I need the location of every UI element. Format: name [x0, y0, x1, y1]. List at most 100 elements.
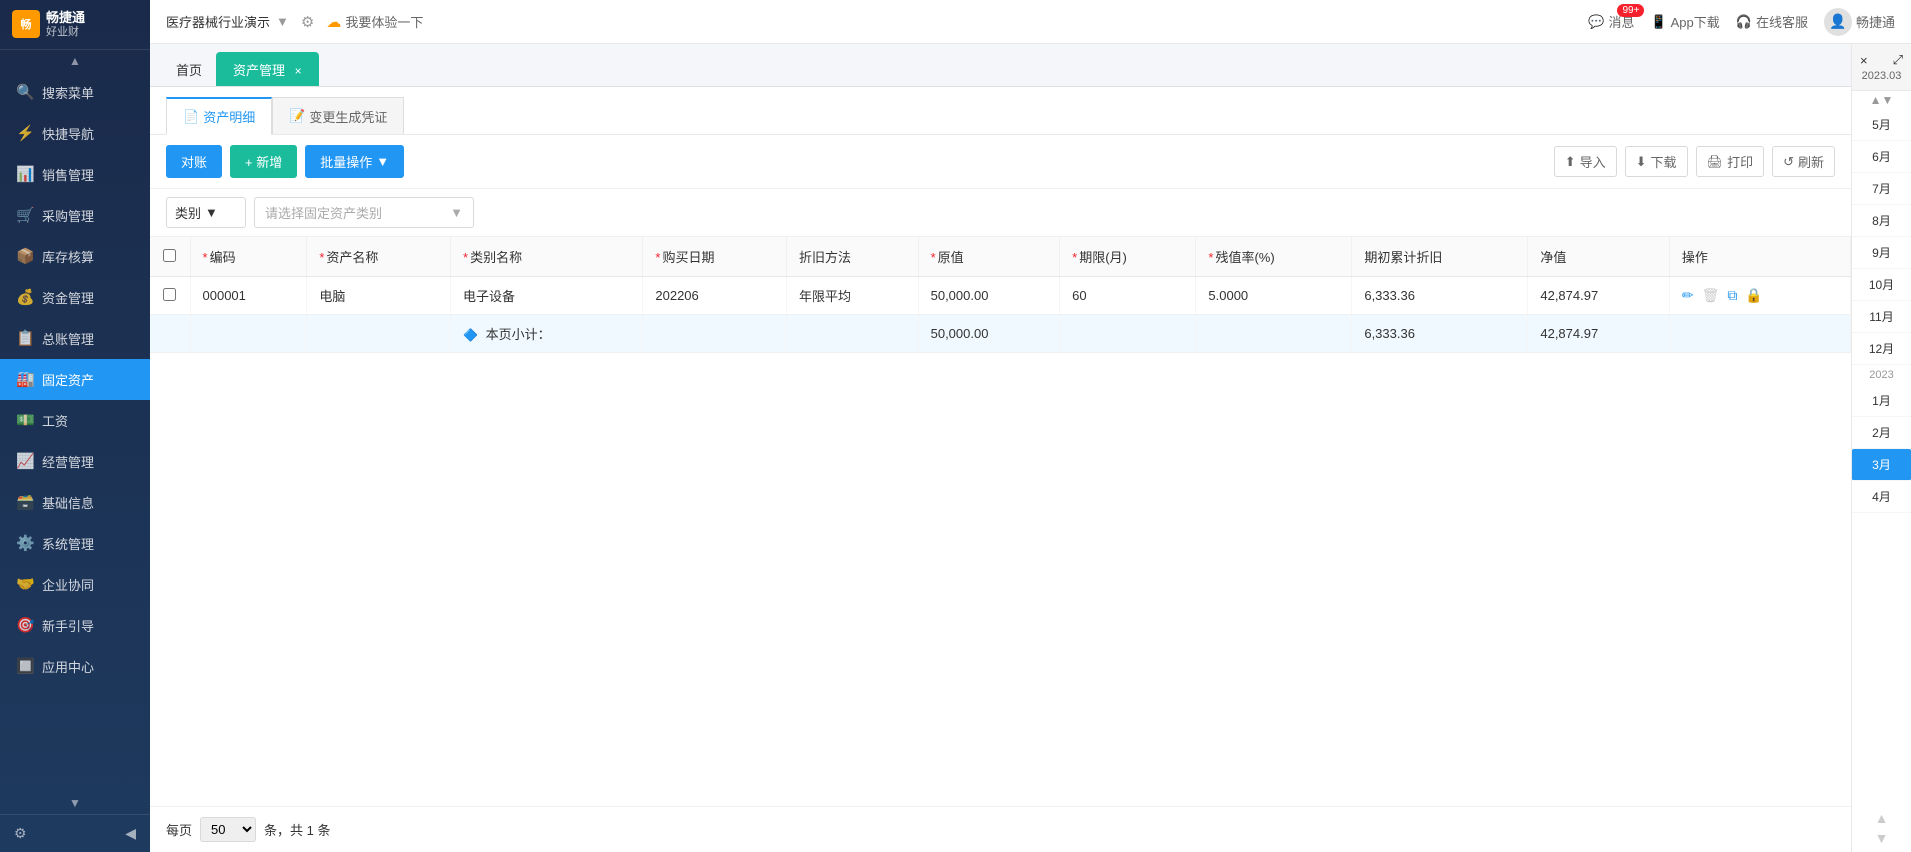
- sidebar: 畅 畅捷通 好业财 ▲ 🔍 搜索菜单 ⚡ 快捷导航 📊 销售管理 🛒 采购管理 …: [0, 0, 150, 852]
- sidebar-item-funds[interactable]: 💰 资金管理: [0, 277, 150, 318]
- download-button[interactable]: ⬇ 下载: [1625, 146, 1688, 177]
- experience-button[interactable]: ☁ 我要体验一下: [326, 12, 423, 31]
- time-prev-btn[interactable]: ▲: [1870, 93, 1882, 107]
- time-panel-year: 2023.03: [1856, 70, 1907, 82]
- td-residual-rate: 5.0000: [1196, 277, 1352, 315]
- month-3-current[interactable]: 3月: [1852, 449, 1911, 481]
- time-panel-close-btn[interactable]: ×: [1860, 53, 1868, 68]
- table-row: 000001 电脑 电子设备 202206 年限平均 50,000.00 60 …: [150, 277, 1851, 315]
- tab-asset-mgmt[interactable]: 资产管理 ×: [216, 52, 319, 86]
- th-code: *编码: [190, 237, 307, 277]
- select-all-checkbox[interactable]: [163, 249, 176, 262]
- row-checkbox[interactable]: [163, 288, 176, 301]
- service-icon: 🎧: [1736, 14, 1752, 30]
- sidebar-nav: 🔍 搜索菜单 ⚡ 快捷导航 📊 销售管理 🛒 采购管理 📦 库存核算 💰 资金管…: [0, 72, 150, 792]
- import-icon: ⬆: [1565, 154, 1576, 170]
- sidebar-item-basic[interactable]: 🗃️ 基础信息: [0, 482, 150, 523]
- th-operations: 操作: [1669, 237, 1850, 277]
- month-9[interactable]: 9月: [1852, 237, 1911, 269]
- month-10[interactable]: 10月: [1852, 269, 1911, 301]
- sub-tab-asset-detail[interactable]: 📄 资产明细: [166, 97, 272, 135]
- import-button[interactable]: ⬆ 导入: [1554, 146, 1617, 177]
- sub-tab-change-voucher[interactable]: 📝 变更生成凭证: [272, 97, 404, 134]
- pagination: 每页 10 20 50 100 条，共 1 条: [150, 806, 1851, 852]
- sidebar-item-search[interactable]: 🔍 搜索菜单: [0, 72, 150, 113]
- fixed-assets-icon: 🏭: [16, 370, 34, 388]
- month-2[interactable]: 2月: [1852, 417, 1911, 449]
- sidebar-item-ledger[interactable]: 📋 总账管理: [0, 318, 150, 359]
- month-7[interactable]: 7月: [1852, 173, 1911, 205]
- messages-button[interactable]: 💬 消息 99+: [1588, 12, 1634, 31]
- time-next-btn[interactable]: ▼: [1882, 93, 1894, 107]
- th-net-value: 净值: [1528, 237, 1670, 277]
- lock-icon[interactable]: 🔒: [1745, 287, 1762, 304]
- subtotal-original-value: 50,000.00: [918, 315, 1060, 353]
- sidebar-item-system[interactable]: ⚙️ 系统管理: [0, 523, 150, 564]
- sidebar-item-operations[interactable]: 📈 经营管理: [0, 441, 150, 482]
- subtotal-net-value: 42,874.97: [1528, 315, 1670, 353]
- month-5[interactable]: 5月: [1852, 109, 1911, 141]
- refresh-icon: ↺: [1783, 154, 1794, 170]
- month-8[interactable]: 8月: [1852, 205, 1911, 237]
- td-depreciation-method: 年限平均: [787, 277, 919, 315]
- batch-ops-button[interactable]: 批量操作 ▼: [305, 145, 404, 178]
- time-panel-chevron-up[interactable]: ▲: [1875, 810, 1889, 826]
- sidebar-scroll-up[interactable]: ▲: [0, 50, 150, 72]
- month-4[interactable]: 4月: [1852, 481, 1911, 513]
- month-12[interactable]: 12月: [1852, 333, 1911, 365]
- sidebar-scroll-down[interactable]: ▼: [0, 792, 150, 814]
- td-original-value: 50,000.00: [918, 277, 1060, 315]
- new-button[interactable]: + 新增: [230, 145, 297, 178]
- company-selector[interactable]: 医疗器械行业演示 ▼: [166, 12, 289, 31]
- month-1[interactable]: 1月: [1852, 385, 1911, 417]
- sidebar-item-sales[interactable]: 📊 销售管理: [0, 154, 150, 195]
- category-filter-label[interactable]: 类别 ▼: [166, 197, 246, 228]
- main-content: 医疗器械行业演示 ▼ ⚙ ☁ 我要体验一下 💬 消息 99+ 📱 App下载 🎧…: [150, 0, 1911, 852]
- sidebar-item-enterprise[interactable]: 🤝 企业协同: [0, 564, 150, 605]
- time-panel-chevron-down[interactable]: ▼: [1875, 830, 1889, 846]
- company-dropdown-icon: ▼: [276, 14, 289, 29]
- refresh-button[interactable]: ↺ 刷新: [1772, 146, 1835, 177]
- sidebar-item-apps[interactable]: 🔲 应用中心: [0, 646, 150, 687]
- system-icon: ⚙️: [16, 534, 34, 552]
- td-name: 电脑: [307, 277, 451, 315]
- sidebar-item-quicknav[interactable]: ⚡ 快捷导航: [0, 113, 150, 154]
- sidebar-item-guide[interactable]: 🎯 新手引导: [0, 605, 150, 646]
- th-purchase-date: *购买日期: [643, 237, 787, 277]
- time-panel: × ⤢ 2023.03 ▲ ▼ 5月 6月 7月 8月 9月 10月 11月: [1851, 44, 1911, 852]
- sidebar-item-inventory[interactable]: 📦 库存核算: [0, 236, 150, 277]
- basic-icon: 🗃️: [16, 493, 34, 511]
- category-filter-select[interactable]: 请选择固定资产类别 ▼: [254, 197, 474, 228]
- td-purchase-date: 202206: [643, 277, 787, 315]
- page-size-select[interactable]: 10 20 50 100: [200, 817, 256, 842]
- sidebar-item-fixed-assets[interactable]: 🏭 固定资产: [0, 359, 150, 400]
- print-button[interactable]: 🖨 打印: [1696, 146, 1765, 177]
- filter-row: 类别 ▼ 请选择固定资产类别 ▼: [150, 189, 1851, 237]
- tab-home[interactable]: 首页: [166, 53, 212, 86]
- company-name: 医疗器械行业演示: [166, 12, 270, 31]
- online-service-button[interactable]: 🎧 在线客服: [1736, 12, 1808, 31]
- user-info[interactable]: 👤 畅捷通: [1824, 8, 1895, 36]
- expand-icon[interactable]: ⤢: [1893, 52, 1903, 68]
- edit-icon[interactable]: ✏: [1682, 287, 1694, 304]
- sidebar-item-salary[interactable]: 💵 工资: [0, 400, 150, 441]
- gear-icon[interactable]: ⚙: [301, 13, 314, 31]
- collapse-sidebar-icon[interactable]: ◀: [125, 825, 136, 842]
- purchase-icon: 🛒: [16, 206, 34, 224]
- copy-icon[interactable]: ⧉: [1727, 287, 1737, 304]
- tab-close-icon[interactable]: ×: [295, 64, 302, 78]
- time-months: 5月 6月 7月 8月 9月 10月 11月 12月 2023 1月 2月 3月…: [1852, 109, 1911, 804]
- th-original-value: *原值: [918, 237, 1060, 277]
- settings-icon[interactable]: ⚙: [14, 825, 27, 842]
- enterprise-icon: 🤝: [16, 575, 34, 593]
- subtotal-icon: 🔷: [463, 328, 478, 342]
- app-download-button[interactable]: 📱 App下载: [1650, 12, 1719, 31]
- sales-icon: 📊: [16, 165, 34, 183]
- delete-icon[interactable]: 🗑: [1702, 287, 1720, 304]
- td-initial-accumulated: 6,333.36: [1352, 277, 1528, 315]
- sidebar-item-purchase[interactable]: 🛒 采购管理: [0, 195, 150, 236]
- salary-icon: 💵: [16, 411, 34, 429]
- month-11[interactable]: 11月: [1852, 301, 1911, 333]
- reconcile-button[interactable]: 对账: [166, 145, 222, 178]
- month-6[interactable]: 6月: [1852, 141, 1911, 173]
